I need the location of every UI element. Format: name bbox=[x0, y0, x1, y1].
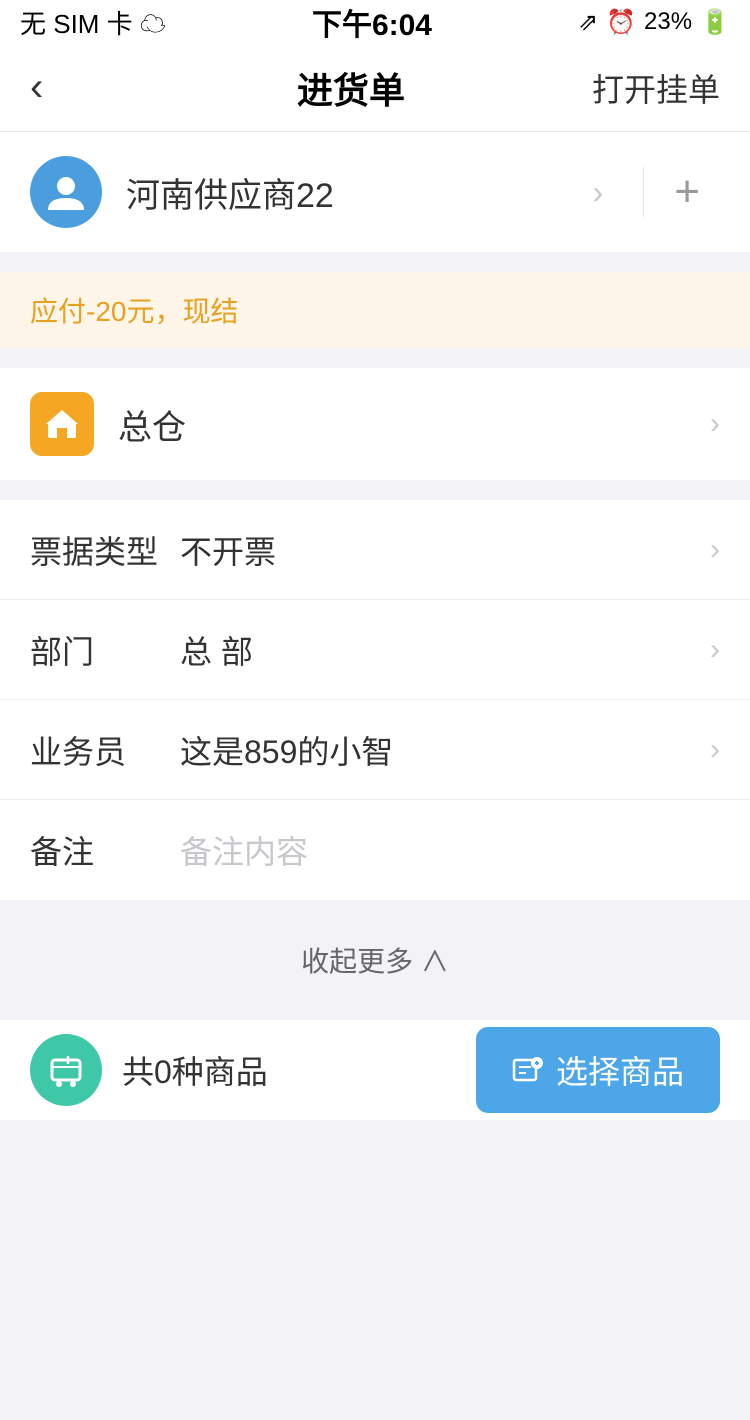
select-product-button[interactable]: 选择商品 bbox=[476, 1027, 720, 1113]
notice-text: 应付-20元，现结 bbox=[30, 296, 238, 327]
salesperson-chevron-icon: › bbox=[710, 733, 720, 767]
department-row[interactable]: 部门 总 部 › bbox=[0, 600, 750, 700]
sim-status: 无 SIM 卡 ☁ bbox=[20, 4, 166, 41]
warehouse-chevron-icon: › bbox=[710, 407, 720, 441]
salesperson-label: 业务员 bbox=[30, 727, 160, 773]
divider bbox=[643, 167, 644, 217]
salesperson-row[interactable]: 业务员 这是859的小智 › bbox=[0, 700, 750, 800]
form-section: 票据类型 不开票 › 部门 总 部 › 业务员 这是859的小智 › 备注 备注… bbox=[0, 500, 750, 900]
warehouse-icon-wrap bbox=[30, 392, 94, 456]
item-count: 共0种商品 bbox=[122, 1047, 476, 1093]
collapse-label: 收起更多 ∧ bbox=[301, 940, 449, 980]
location-icon: ⇗ bbox=[578, 8, 598, 37]
note-label: 备注 bbox=[30, 827, 160, 873]
status-left: 无 SIM 卡 ☁ bbox=[20, 4, 166, 41]
open-pending-button[interactable]: 打开挂单 bbox=[592, 65, 720, 111]
alarm-icon: ⏰ bbox=[606, 8, 636, 37]
cart-icon-wrap bbox=[30, 1034, 102, 1106]
warehouse-section: 总仓 › bbox=[0, 368, 750, 480]
warehouse-icon bbox=[44, 406, 80, 442]
select-product-icon bbox=[512, 1054, 544, 1086]
nav-bar: ‹ 进货单 打开挂单 bbox=[0, 44, 750, 132]
add-supplier-button[interactable]: + bbox=[654, 167, 720, 217]
status-right: ⇗ ⏰ 23% 🔋 bbox=[578, 8, 730, 37]
collapse-button[interactable]: 收起更多 ∧ bbox=[0, 920, 750, 1000]
battery-icon: 🔋 bbox=[700, 8, 730, 37]
cart-icon bbox=[46, 1050, 86, 1090]
warehouse-name: 总仓 bbox=[118, 400, 710, 449]
user-icon bbox=[46, 172, 86, 212]
invoice-type-value: 不开票 bbox=[160, 527, 710, 573]
invoice-type-label: 票据类型 bbox=[30, 527, 160, 573]
department-label: 部门 bbox=[30, 627, 160, 673]
supplier-row[interactable]: 河南供应商22 › + bbox=[0, 132, 750, 252]
notice-banner: 应付-20元，现结 bbox=[0, 272, 750, 348]
note-row[interactable]: 备注 备注内容 bbox=[0, 800, 750, 900]
salesperson-value: 这是859的小智 bbox=[160, 727, 710, 773]
department-value: 总 部 bbox=[160, 627, 710, 673]
back-button[interactable]: ‹ bbox=[30, 65, 110, 110]
page-title: 进货单 bbox=[297, 62, 405, 114]
warehouse-row[interactable]: 总仓 › bbox=[0, 368, 750, 480]
department-chevron-icon: › bbox=[710, 633, 720, 667]
supplier-section: 河南供应商22 › + bbox=[0, 132, 750, 252]
select-product-label: 选择商品 bbox=[556, 1047, 684, 1093]
bottom-bar: 共0种商品 选择商品 bbox=[0, 1020, 750, 1120]
supplier-name: 河南供应商22 bbox=[126, 168, 593, 217]
note-input[interactable]: 备注内容 bbox=[160, 827, 720, 873]
invoice-type-row[interactable]: 票据类型 不开票 › bbox=[0, 500, 750, 600]
main-content: 河南供应商22 › + 应付-20元，现结 总仓 › 票据类型 bbox=[0, 132, 750, 1420]
invoice-type-chevron-icon: › bbox=[710, 533, 720, 567]
page-spacer bbox=[0, 1120, 750, 1420]
status-bar: 无 SIM 卡 ☁ 下午6:04 ⇗ ⏰ 23% 🔋 bbox=[0, 0, 750, 44]
battery-level: 23% bbox=[644, 8, 692, 36]
supplier-chevron-icon: › bbox=[593, 174, 604, 211]
status-time: 下午6:04 bbox=[312, 0, 432, 44]
supplier-avatar bbox=[30, 156, 102, 228]
